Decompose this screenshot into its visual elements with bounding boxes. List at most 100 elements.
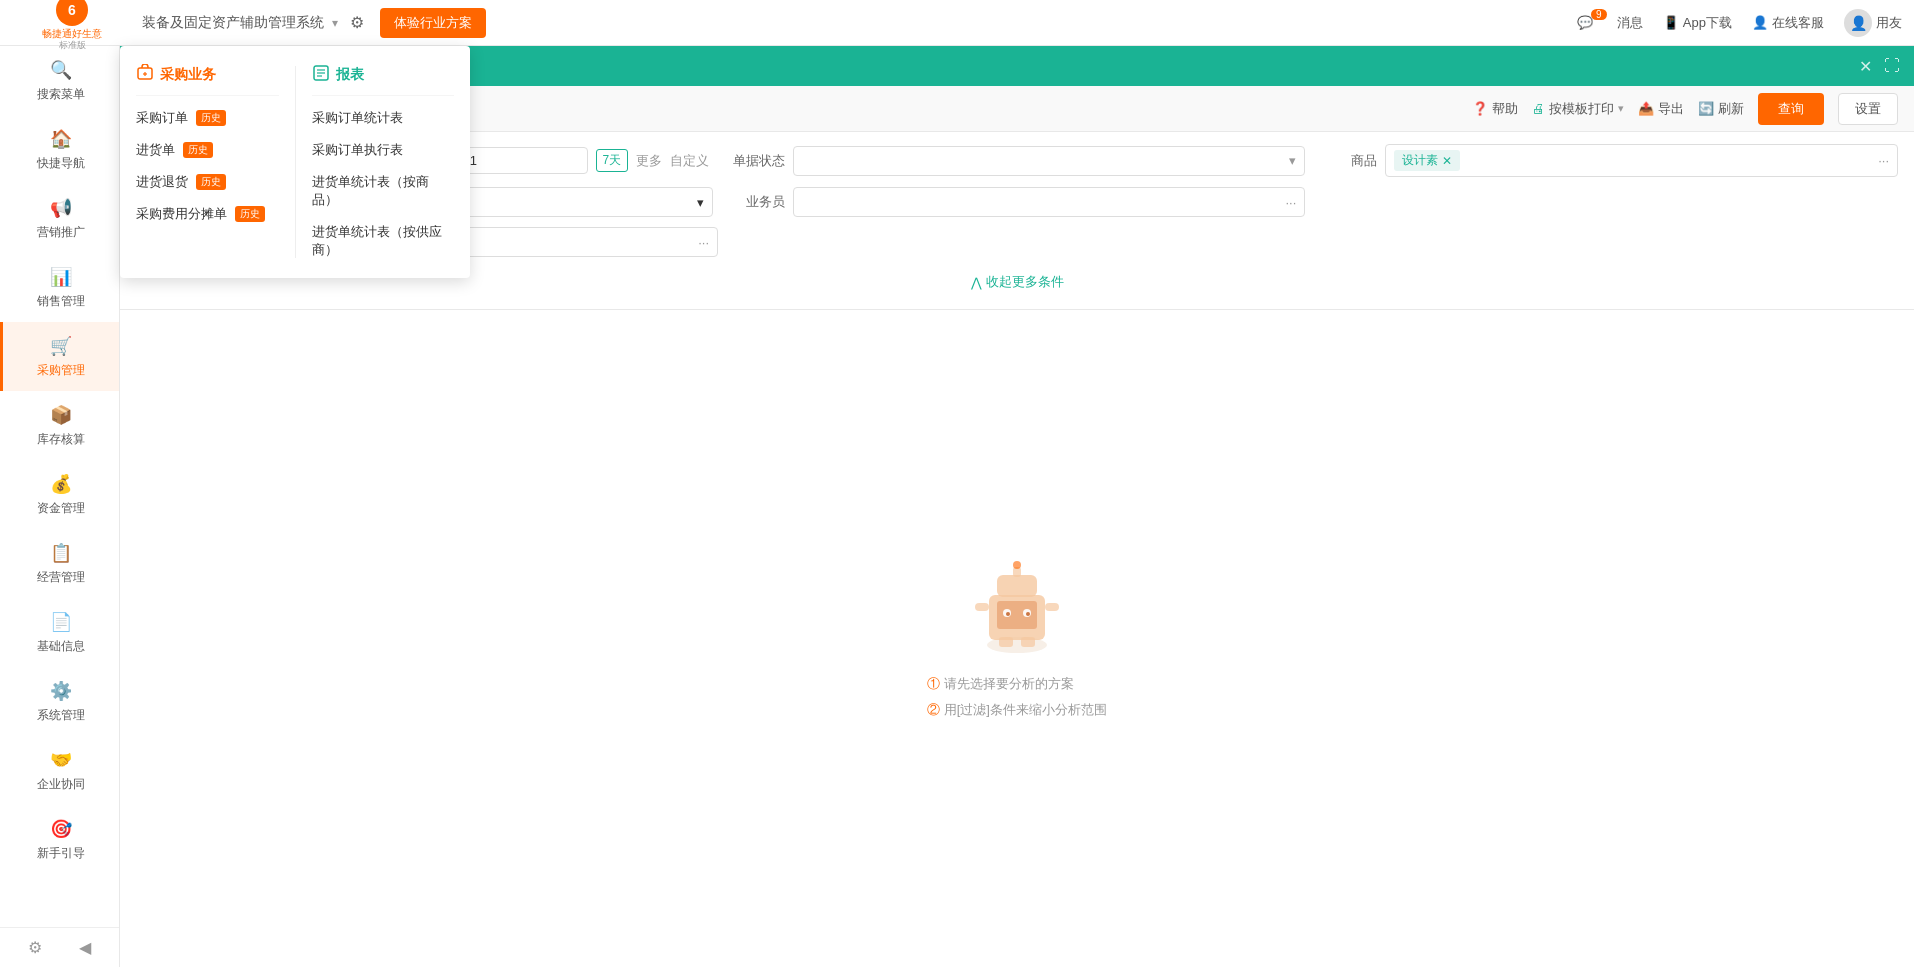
menu-item-po-exec[interactable]: 采购订单执行表: [312, 134, 455, 166]
purchase-order-label: 采购订单: [136, 109, 188, 127]
sidebar-label-search: 搜索菜单: [37, 86, 85, 103]
sidebar-item-collab[interactable]: 🤝 企业协同: [0, 736, 119, 805]
doc-status-control[interactable]: ▾: [793, 146, 1306, 176]
user-action[interactable]: 👤 用友: [1844, 9, 1902, 37]
goods-tag: 设计素 ✕: [1394, 150, 1460, 171]
collapse-up-icon: ⋀: [971, 275, 982, 290]
app-download-action[interactable]: 📱 App下载: [1663, 14, 1732, 32]
svg-point-7: [1006, 612, 1010, 616]
rank-item-arrow: ▾: [697, 195, 704, 210]
industry-btn[interactable]: 体验行业方案: [380, 8, 486, 38]
header-right: 💬 9 消息 📱 App下载 👤 在线客服 👤 用友: [1577, 9, 1902, 37]
sidebar-label-purchase: 采购管理: [37, 362, 85, 379]
sidebar-label-marketing: 营销推广: [37, 224, 85, 241]
sidebar-settings-icon[interactable]: ⚙: [28, 938, 42, 957]
empty-illustration: [967, 555, 1067, 655]
tab-close-all-icon[interactable]: ✕: [1855, 53, 1876, 80]
system-dropdown-arrow[interactable]: ▾: [332, 16, 338, 30]
empty-hint-1: ① 请先选择要分析的方案: [927, 671, 1107, 697]
menu-item-return[interactable]: 进货退货 历史: [136, 166, 279, 198]
sidebar-label-inventory: 库存核算: [37, 431, 85, 448]
sidebar-collapse-icon[interactable]: ◀: [79, 938, 91, 957]
goods-filter: 商品 设计素 ✕ ···: [1321, 144, 1898, 177]
return-label: 进货退货: [136, 173, 188, 191]
logo-icon: 6: [56, 0, 88, 26]
goods-dots: ···: [1878, 153, 1889, 168]
online-service-label: 在线客服: [1772, 14, 1824, 32]
print-label: 按模板打印: [1549, 100, 1614, 118]
svg-rect-9: [975, 603, 989, 611]
date-more[interactable]: 更多: [636, 152, 662, 170]
sidebar-label-nav: 快捷导航: [37, 155, 85, 172]
help-action[interactable]: ❓ 帮助: [1472, 100, 1518, 118]
user-label: 用友: [1876, 14, 1902, 32]
goods-control[interactable]: 设计素 ✕ ···: [1385, 144, 1898, 177]
refresh-label: 刷新: [1718, 100, 1744, 118]
sidebar-item-search[interactable]: 🔍 搜索菜单: [0, 46, 119, 115]
empty-hint-2: ② 用[过滤]条件来缩小分析范围: [927, 697, 1107, 723]
print-action[interactable]: 🖨 按模板打印 ▾: [1532, 100, 1624, 118]
sidebar-item-purchase[interactable]: 🛒 采购管理: [0, 322, 119, 391]
menu-item-incoming[interactable]: 进货单 历史: [136, 134, 279, 166]
menu-item-fee[interactable]: 采购费用分摊单 历史: [136, 198, 279, 230]
sidebar-item-guide[interactable]: 🎯 新手引导: [0, 805, 119, 874]
sidebar-item-inventory[interactable]: 📦 库存核算: [0, 391, 119, 460]
sidebar-item-marketing[interactable]: 📢 营销推广: [0, 184, 119, 253]
hint2-text: 用[过滤]条件来缩小分析范围: [944, 702, 1107, 717]
sidebar-item-management[interactable]: 📋 经营管理: [0, 529, 119, 598]
print-dropdown-icon[interactable]: ▾: [1618, 102, 1624, 115]
sidebar-item-sales[interactable]: 📊 销售管理: [0, 253, 119, 322]
search-icon: 🔍: [49, 58, 73, 82]
query-button[interactable]: 查询: [1758, 93, 1824, 125]
goods-tag-close[interactable]: ✕: [1442, 154, 1452, 168]
help-label: 帮助: [1492, 100, 1518, 118]
export-action[interactable]: 📤 导出: [1638, 100, 1684, 118]
customer-dots: ···: [698, 235, 709, 250]
avatar: 👤: [1844, 9, 1872, 37]
message-action[interactable]: 💬 9 消息: [1577, 14, 1643, 32]
date-7days[interactable]: 7天: [596, 149, 629, 172]
svg-point-8: [1026, 612, 1030, 616]
sidebar: 🔍 搜索菜单 🏠 快捷导航 📢 营销推广 📊 销售管理 🛒 采购管理 📦 库存核…: [0, 46, 120, 967]
doc-status-label: 单据状态: [729, 152, 785, 170]
doc-status-filter: 单据状态 ▾: [729, 146, 1306, 176]
sidebar-label-system: 系统管理: [37, 707, 85, 724]
finance-icon: 💰: [49, 472, 73, 496]
svg-text:6: 6: [68, 2, 76, 18]
logo-line1: 畅捷通好生意: [42, 28, 102, 40]
salesperson-control[interactable]: ···: [793, 187, 1306, 217]
fee-label: 采购费用分摊单: [136, 205, 227, 223]
sidebar-label-sales: 销售管理: [37, 293, 85, 310]
menu-item-incoming-by-supplier[interactable]: 进货单统计表（按供应商）: [312, 216, 455, 266]
svg-rect-10: [1045, 603, 1059, 611]
sidebar-item-system[interactable]: ⚙️ 系统管理: [0, 667, 119, 736]
goods-label: 商品: [1321, 152, 1377, 170]
home-icon: 🏠: [49, 127, 73, 151]
refresh-icon: 🔄: [1698, 101, 1714, 116]
sidebar-label-guide: 新手引导: [37, 845, 85, 862]
refresh-action[interactable]: 🔄 刷新: [1698, 100, 1744, 118]
system-icon: ⚙️: [49, 679, 73, 703]
help-icon: ❓: [1472, 101, 1488, 116]
system-title-text: 装备及固定资产辅助管理系统: [142, 14, 324, 32]
menu-item-incoming-by-goods[interactable]: 进货单统计表（按商品）: [312, 166, 455, 216]
settings-button[interactable]: 设置: [1838, 93, 1898, 125]
logo-line2: 标准版: [42, 40, 102, 51]
sidebar-item-finance[interactable]: 💰 资金管理: [0, 460, 119, 529]
message-badge: 9: [1591, 9, 1607, 20]
online-service-action[interactable]: 👤 在线客服: [1752, 14, 1824, 32]
settings-cog-icon[interactable]: ⚙: [350, 13, 364, 32]
menu-item-purchase-order[interactable]: 采购订单 历史: [136, 102, 279, 134]
fee-history: 历史: [235, 206, 265, 222]
sidebar-label-basic-info: 基础信息: [37, 638, 85, 655]
menu-item-po-stats[interactable]: 采购订单统计表: [312, 102, 455, 134]
sidebar-item-basic-info[interactable]: 📄 基础信息: [0, 598, 119, 667]
tab-expand-icon[interactable]: ⛶: [1880, 53, 1904, 79]
inventory-icon: 📦: [49, 403, 73, 427]
svg-rect-4: [997, 601, 1037, 629]
po-exec-label: 采购订单执行表: [312, 141, 403, 159]
menu-section-purchase: 采购业务 采购订单 历史 进货单 历史 进货退货 历史 采购费用分摊单 历史: [120, 58, 295, 266]
svg-rect-14: [999, 637, 1013, 647]
sidebar-item-nav[interactable]: 🏠 快捷导航: [0, 115, 119, 184]
date-custom[interactable]: 自定义: [670, 152, 709, 170]
